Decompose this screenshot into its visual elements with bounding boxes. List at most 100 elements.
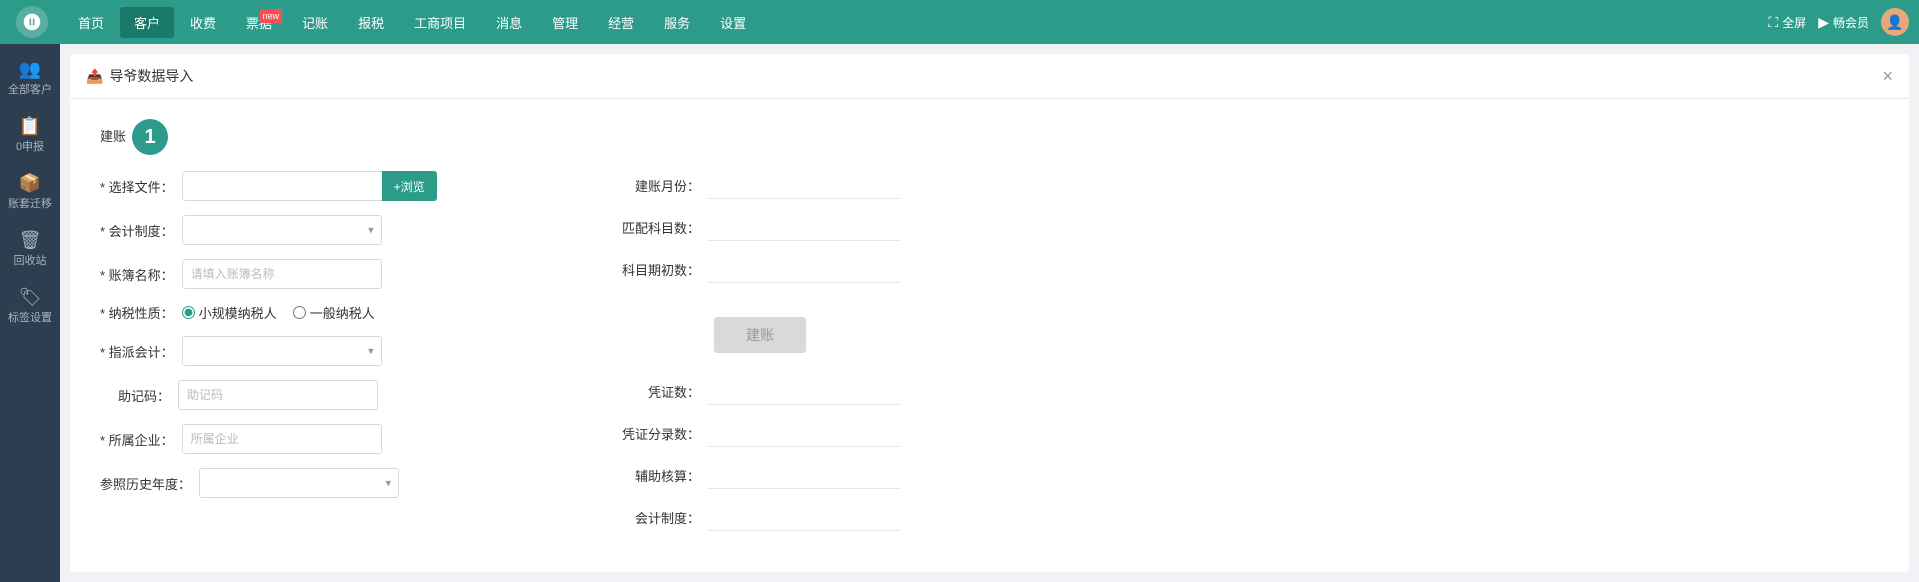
panel-title-icon: 📤: [86, 68, 103, 85]
tax-radio-general-input[interactable]: [293, 306, 306, 319]
main-content: 📤 导爷数据导入 × 建账 1 * 选择文件：: [60, 44, 1919, 582]
accountant-select[interactable]: [182, 336, 382, 366]
match-subject-value: [708, 213, 900, 241]
file-label: * 选择文件：: [100, 177, 174, 196]
form-fields: * 选择文件： +浏览 * 会计制度：: [100, 171, 580, 498]
file-input-row: +浏览: [182, 171, 437, 201]
history-label: 参照历史年度：: [100, 474, 191, 493]
build-btn-container: 建账: [620, 297, 900, 363]
main-panel: 📤 导爷数据导入 × 建账 1 * 选择文件：: [70, 54, 1909, 572]
memo-label: 助记码：: [100, 386, 170, 405]
file-row: * 选择文件： +浏览: [100, 171, 580, 201]
nav-item-bookkeeping[interactable]: 记账: [288, 7, 342, 38]
sidebar-item-tags[interactable]: 🏷 标签设置: [2, 280, 58, 333]
accounting-label: * 会计制度：: [100, 221, 174, 240]
tax-radio-small[interactable]: 小规模纳税人: [182, 303, 277, 322]
build-month-value: [708, 171, 900, 199]
build-button[interactable]: 建账: [714, 317, 806, 353]
nav-item-fee[interactable]: 收费: [176, 7, 230, 38]
voucher-records-value: [708, 419, 900, 447]
aux-calc-row: 辅助核算：: [620, 461, 900, 489]
sidebar-item-label-declaration: 0申报: [16, 138, 44, 154]
ledger-label: * 账簿名称：: [100, 265, 174, 284]
accountant-row: * 指派会计：: [100, 336, 580, 366]
step-label: 建账: [100, 122, 126, 152]
form-container: 建账 1 * 选择文件： +浏览 * 会计制度：: [70, 99, 1909, 551]
sidebar-item-label-tags: 标签设置: [8, 309, 52, 325]
nav-badge-new: new: [260, 9, 283, 23]
tax-radio-small-input[interactable]: [182, 306, 195, 319]
nav-item-business[interactable]: 工商项目: [400, 7, 480, 38]
nav-item-service[interactable]: 服务: [650, 7, 704, 38]
sidebar-item-label-recycle: 回收站: [14, 252, 47, 268]
tax-row: * 纳税性质： 小规模纳税人 一般纳税人: [100, 303, 580, 322]
migration-icon: 📦: [19, 174, 41, 192]
nav-item-operation[interactable]: 经营: [594, 7, 648, 38]
accounting-system-value: [708, 503, 900, 531]
declaration-icon: 📋: [19, 117, 41, 135]
top-nav: 首页 客户 收费 票据 new 记账 报税 工商项目 消息 管理 经营 服务 设…: [0, 0, 1919, 44]
panel-close-button[interactable]: ×: [1882, 67, 1893, 85]
form-left: 建账 1 * 选择文件： +浏览 * 会计制度：: [100, 119, 580, 531]
step-header: 建账 1: [100, 119, 580, 155]
logo-icon: [22, 12, 42, 32]
voucher-value: [708, 377, 900, 405]
tax-label: * 纳税性质：: [100, 303, 174, 322]
accountant-select-wrapper: [182, 336, 382, 366]
aux-calc-value: [708, 461, 900, 489]
vip-btn[interactable]: ▶ 畅会员: [1818, 14, 1869, 31]
nav-item-tax[interactable]: 报税: [344, 7, 398, 38]
sidebar-item-declaration[interactable]: 📋 0申报: [2, 109, 58, 162]
logo-circle: [16, 6, 48, 38]
tax-radio-small-label: 小规模纳税人: [199, 303, 277, 322]
ledger-row: * 账簿名称：: [100, 259, 580, 289]
avatar[interactable]: 👤: [1881, 8, 1909, 36]
panel-header: 📤 导爷数据导入 ×: [70, 54, 1909, 99]
sidebar-item-recycle[interactable]: 🗑 回收站: [2, 223, 58, 276]
browse-button[interactable]: +浏览: [382, 171, 437, 201]
logo: [10, 0, 54, 44]
sidebar: 👥 全部客户 📋 0申报 📦 账套迁移 🗑 回收站 🏷 标签设置: [0, 44, 60, 582]
nav-item-message[interactable]: 消息: [482, 7, 536, 38]
nav-item-manage[interactable]: 管理: [538, 7, 592, 38]
tags-icon: 🏷: [19, 288, 42, 306]
ledger-input[interactable]: [182, 259, 382, 289]
nav-items: 首页 客户 收费 票据 new 记账 报税 工商项目 消息 管理 经营 服务 设…: [64, 7, 1768, 38]
sidebar-item-migration[interactable]: 📦 账套迁移: [2, 166, 58, 219]
history-row: 参照历史年度：: [100, 468, 580, 498]
voucher-records-row: 凭证分录数：: [620, 419, 900, 447]
tax-radio-general[interactable]: 一般纳税人: [293, 303, 375, 322]
accountant-label: * 指派会计：: [100, 342, 174, 361]
history-select[interactable]: [199, 468, 399, 498]
subject-initial-label: 科目期初数：: [620, 260, 700, 279]
company-label: * 所属企业：: [100, 430, 174, 449]
recycle-icon: 🗑: [19, 231, 42, 249]
nav-item-home[interactable]: 首页: [64, 7, 118, 38]
file-input[interactable]: [182, 171, 382, 201]
nav-item-customer[interactable]: 客户: [120, 7, 174, 38]
fullscreen-btn[interactable]: ⛶ 全屏: [1768, 14, 1806, 31]
right-info-panel: 建账月份： 匹配科目数： 科目期初数： 建账 凭证数：: [620, 119, 900, 531]
sidebar-item-label-migration: 账套迁移: [8, 195, 52, 211]
aux-calc-label: 辅助核算：: [620, 466, 700, 485]
match-subject-label: 匹配科目数：: [620, 218, 700, 237]
company-input[interactable]: [182, 424, 382, 454]
all-customers-icon: 👥: [19, 60, 41, 78]
nav-item-settings[interactable]: 设置: [706, 7, 760, 38]
accounting-select-wrapper: [182, 215, 382, 245]
panel-title: 📤 导爷数据导入: [86, 66, 193, 86]
nav-item-invoice[interactable]: 票据 new: [232, 7, 286, 38]
company-row: * 所属企业：: [100, 424, 580, 454]
voucher-records-label: 凭证分录数：: [620, 424, 700, 443]
tax-radio-general-label: 一般纳税人: [310, 303, 375, 322]
sidebar-item-all-customers[interactable]: 👥 全部客户: [2, 52, 58, 105]
subject-initial-row: 科目期初数：: [620, 255, 900, 283]
accounting-select[interactable]: [182, 215, 382, 245]
voucher-label: 凭证数：: [620, 382, 700, 401]
accounting-row: * 会计制度：: [100, 215, 580, 245]
sidebar-item-label-customers: 全部客户: [8, 81, 52, 97]
build-month-label: 建账月份：: [620, 176, 700, 195]
accounting-system-label: 会计制度：: [620, 508, 700, 527]
build-month-row: 建账月份：: [620, 171, 900, 199]
memo-input[interactable]: [178, 380, 378, 410]
